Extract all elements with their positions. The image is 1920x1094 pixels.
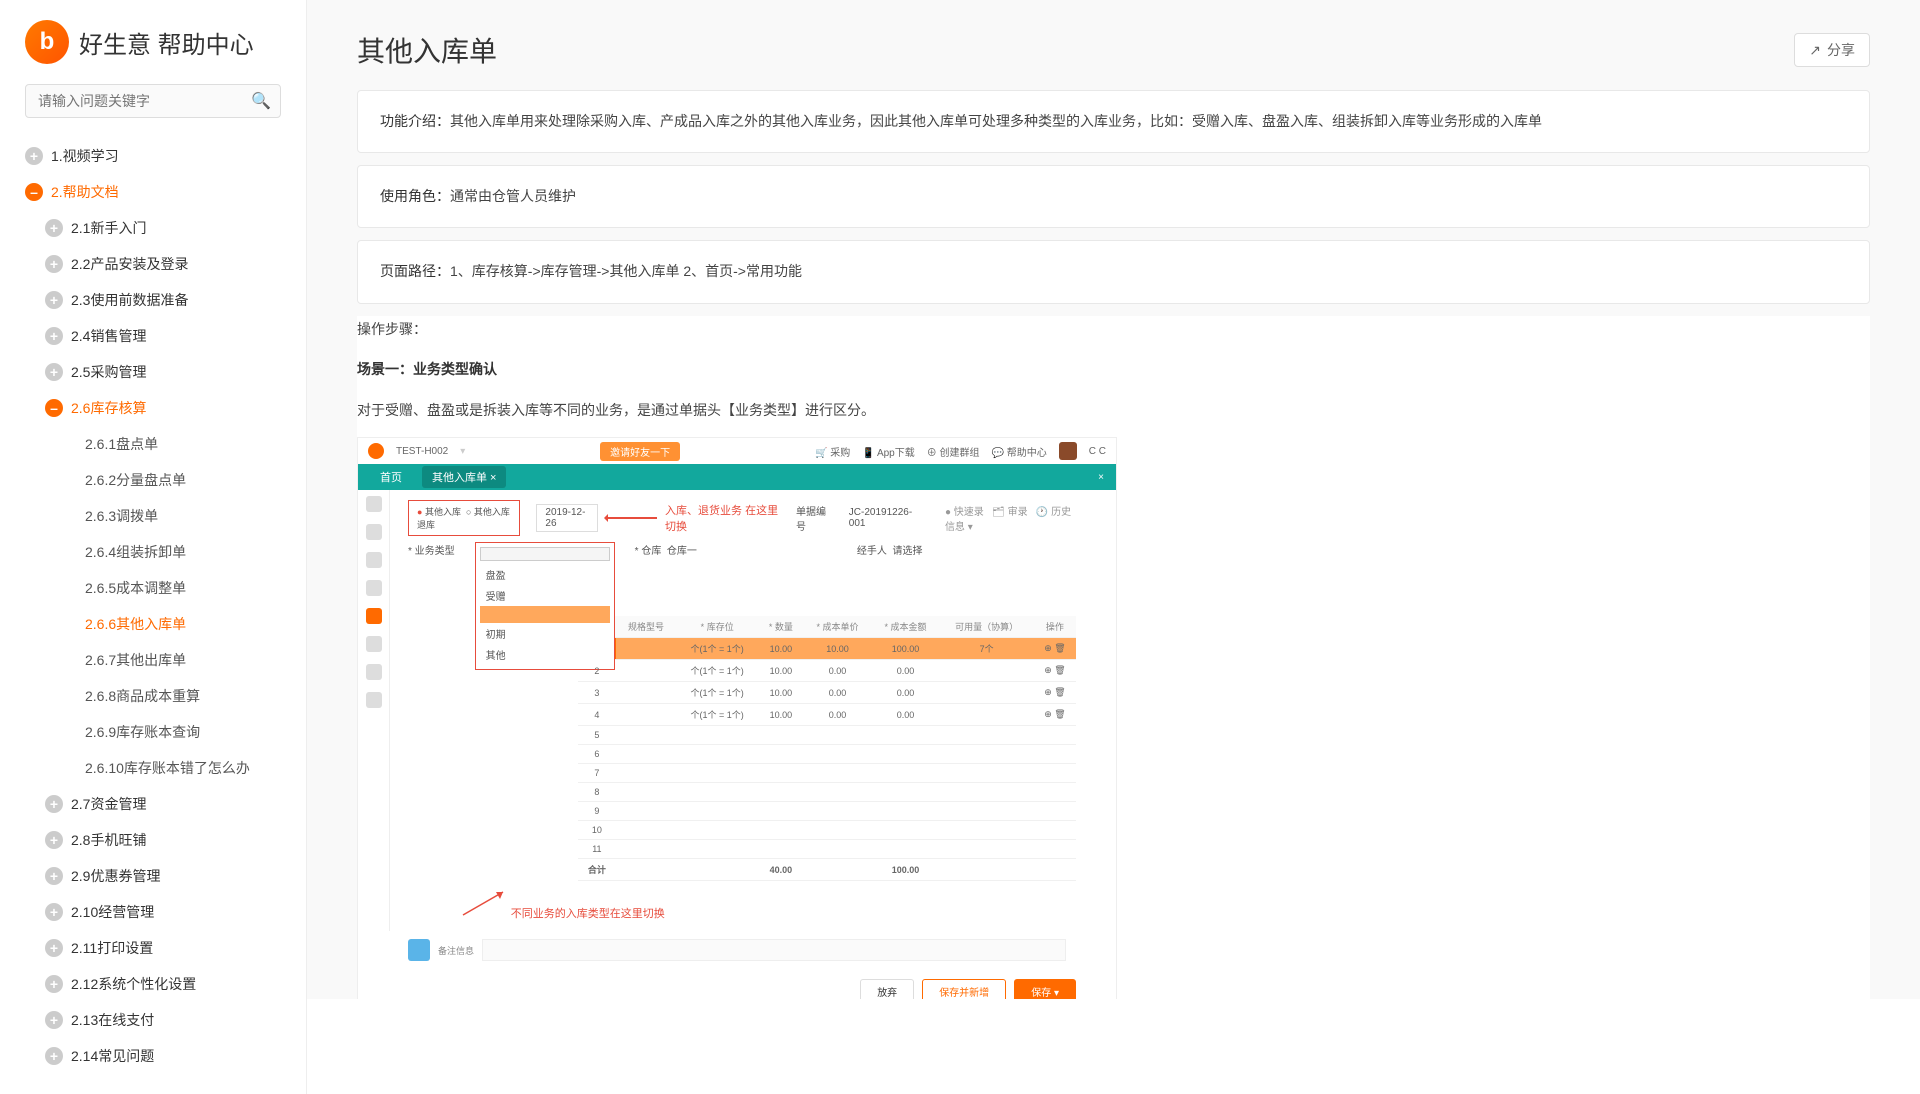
nav-2-8[interactable]: +2.8手机旺铺 (25, 822, 281, 858)
search-box: 🔍 (25, 84, 281, 118)
arrow-icon (606, 517, 657, 519)
nav-2-6-6[interactable]: 2.6.6其他入库单 (25, 606, 281, 642)
minus-icon: – (25, 183, 43, 201)
mock-account: TEST-H002 (396, 446, 448, 457)
plus-icon: + (45, 291, 63, 309)
nav-2-6-10[interactable]: 2.6.10库存账本错了怎么办 (25, 750, 281, 786)
nav-2-6-7[interactable]: 2.6.7其他出库单 (25, 642, 281, 678)
nav-2-5[interactable]: +2.5采购管理 (25, 354, 281, 390)
mock-save-new-button: 保存并新增 (922, 979, 1006, 999)
intro-panel: 功能介绍：其他入库单用来处理除采购入库、产成品入库之外的其他入库业务，因此其他入… (357, 90, 1870, 153)
article-body: 操作步骤： 场景一：业务类型确认 对于受赠、盘盈或是拆装入库等不同的业务，是通过… (357, 316, 1870, 999)
nav-2-12[interactable]: +2.12系统个性化设置 (25, 966, 281, 1002)
nav-tree: +1.视频学习 –2.帮助文档 +2.1新手入门 +2.2产品安装及登录 +2.… (25, 138, 281, 1074)
plus-icon: + (45, 363, 63, 381)
mock-tab-current: 其他入库单 × (422, 466, 506, 488)
path-label: 页面路径： (380, 263, 450, 279)
minus-icon: – (45, 399, 63, 417)
share-icon: ↗ (1809, 42, 1821, 59)
mock-cancel-button: 放弃 (860, 979, 914, 999)
mock-note2: 不同业务的入库类型在这里切换 (511, 908, 665, 920)
nav-2-10[interactable]: +2.10经营管理 (25, 894, 281, 930)
nav-2-6-3[interactable]: 2.6.3调拨单 (25, 498, 281, 534)
logo-row: b 好生意 帮助中心 (25, 20, 281, 64)
nav-2-4[interactable]: +2.4销售管理 (25, 318, 281, 354)
page-title: 其他入库单 (357, 30, 497, 70)
avatar-icon (1059, 442, 1077, 460)
nav-2-6-5[interactable]: 2.6.5成本调整单 (25, 570, 281, 606)
search-input[interactable] (25, 84, 281, 118)
role-text: 通常由仓管人员维护 (450, 188, 576, 204)
mock-table: 规格型号* 库存位* 数量* 成本单价* 成本金额可用量（协算）操作 录入个(1… (578, 616, 1076, 881)
mock-date: 2019-12-26 (536, 504, 598, 532)
mock-invite-button: 邀请好友一下 (600, 442, 680, 461)
mock-note1: 入库、退货业务 在这里切换 (665, 502, 780, 534)
nav-2-6-1[interactable]: 2.6.1盘点单 (25, 426, 281, 462)
mock-sidebar (358, 490, 390, 931)
nav-2-6-2[interactable]: 2.6.2分量盘点单 (25, 462, 281, 498)
path-text: 1、库存核算->库存管理->其他入库单 2、首页->常用功能 (450, 263, 802, 279)
nav-2-6-8[interactable]: 2.6.8商品成本重算 (25, 678, 281, 714)
plus-icon: + (45, 1047, 63, 1065)
site-title: 好生意 帮助中心 (79, 25, 254, 60)
plus-icon: + (45, 219, 63, 237)
nav-docs[interactable]: –2.帮助文档 (25, 174, 281, 210)
plus-icon: + (45, 903, 63, 921)
plus-icon: + (45, 1011, 63, 1029)
nav-2-9[interactable]: +2.9优惠券管理 (25, 858, 281, 894)
role-label: 使用角色： (380, 188, 450, 204)
scene1-title: 场景一：业务类型确认 (357, 356, 1870, 383)
plus-icon: + (45, 795, 63, 813)
role-panel: 使用角色：通常由仓管人员维护 (357, 165, 1870, 228)
plus-icon: + (45, 939, 63, 957)
nav-2-11[interactable]: +2.11打印设置 (25, 930, 281, 966)
nav-2-6-9[interactable]: 2.6.9库存账本查询 (25, 714, 281, 750)
search-icon[interactable]: 🔍 (251, 91, 271, 111)
mock-save-button: 保存 ▾ (1014, 979, 1076, 999)
plus-icon: + (45, 255, 63, 273)
nav-2-7[interactable]: +2.7资金管理 (25, 786, 281, 822)
mock-screenshot: TEST-H002 ▾ 邀请好友一下 🛒 采购📱 App下载⊕ 创建群组💬 帮助… (357, 437, 1117, 999)
intro-label: 功能介绍： (380, 113, 450, 129)
nav-2-1[interactable]: +2.1新手入门 (25, 210, 281, 246)
plus-icon: + (45, 975, 63, 993)
logo-icon: b (25, 20, 69, 64)
path-panel: 页面路径：1、库存核算->库存管理->其他入库单 2、首页->常用功能 (357, 240, 1870, 303)
steps-label: 操作步骤： (357, 316, 1870, 343)
nav-video[interactable]: +1.视频学习 (25, 138, 281, 174)
plus-icon: + (45, 327, 63, 345)
main-content: 其他入库单 ↗ 分享 功能介绍：其他入库单用来处理除采购入库、产成品入库之外的其… (307, 0, 1920, 999)
nav-2-3[interactable]: +2.3使用前数据准备 (25, 282, 281, 318)
nav-2-6-4[interactable]: 2.6.4组装拆卸单 (25, 534, 281, 570)
nav-2-13[interactable]: +2.13在线支付 (25, 1002, 281, 1038)
sidebar: b 好生意 帮助中心 🔍 +1.视频学习 –2.帮助文档 +2.1新手入门 +2… (0, 0, 307, 1094)
nav-2-14[interactable]: +2.14常见问题 (25, 1038, 281, 1074)
plus-icon: + (45, 831, 63, 849)
note-icon (408, 939, 430, 961)
mock-tab-home: 首页 (370, 466, 412, 488)
plus-icon: + (45, 867, 63, 885)
nav-2-6[interactable]: –2.6库存核算 (25, 390, 281, 426)
nav-2-2[interactable]: +2.2产品安装及登录 (25, 246, 281, 282)
scene1-text: 对于受赠、盘盈或是拆装入库等不同的业务，是通过单据头【业务类型】进行区分。 (357, 397, 1870, 424)
mock-note-input (482, 939, 1066, 961)
plus-icon: + (25, 147, 43, 165)
share-button[interactable]: ↗ 分享 (1794, 33, 1870, 67)
mock-logo-icon (368, 443, 384, 459)
intro-text: 其他入库单用来处理除采购入库、产成品入库之外的其他入库业务，因此其他入库单可处理… (450, 113, 1542, 129)
